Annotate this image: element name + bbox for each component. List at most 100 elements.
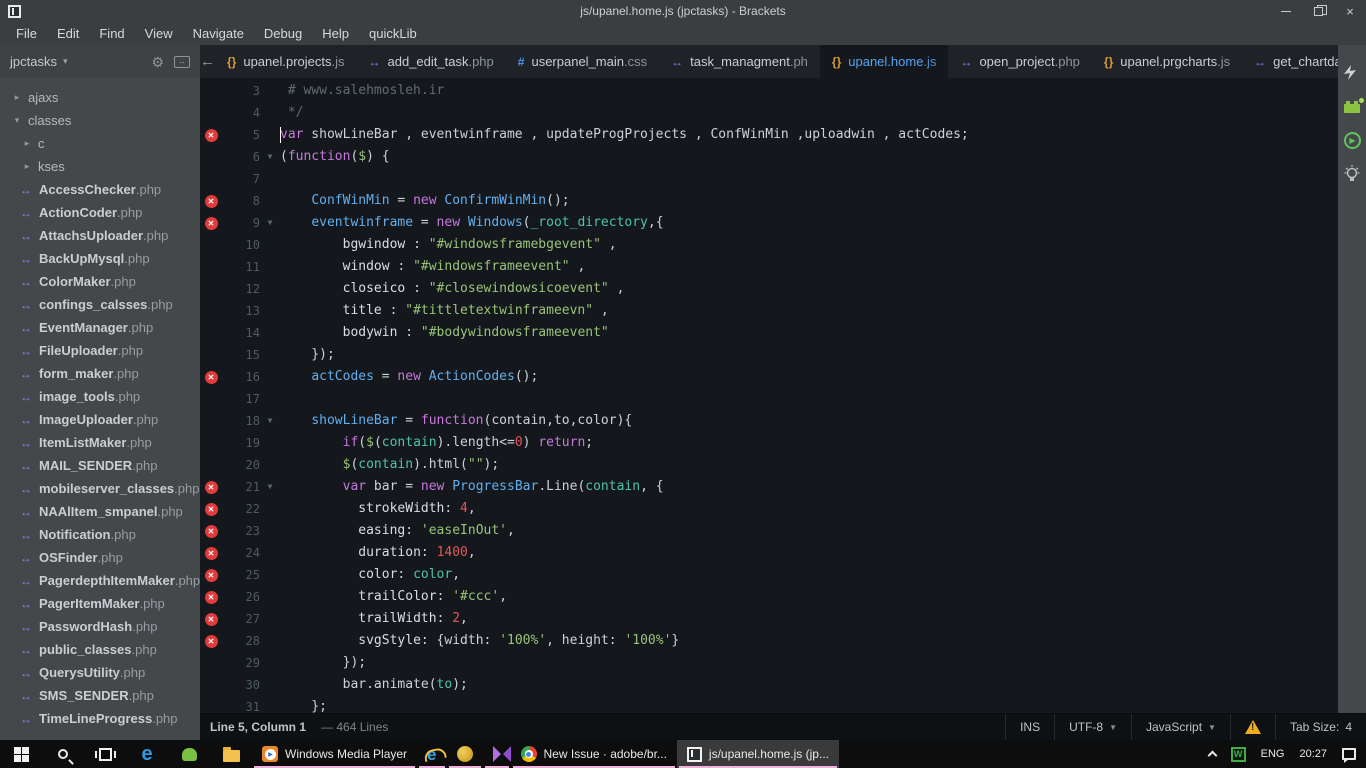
file-explorer-button[interactable] xyxy=(210,740,252,768)
error-icon[interactable]: ✕ xyxy=(205,195,218,208)
chevron-collapsed-icon[interactable]: ▸ xyxy=(12,92,22,103)
tree-item-MAIL_SENDER[interactable]: ↔MAIL_SENDER.php xyxy=(0,454,200,477)
clock[interactable]: 20:27 xyxy=(1299,748,1327,760)
tree-item-ColorMaker[interactable]: ↔ColorMaker.php xyxy=(0,270,200,293)
tree-item-PasswordHash[interactable]: ↔PasswordHash.php xyxy=(0,615,200,638)
tab-upanel.prgcharts[interactable]: {}upanel.prgcharts.js xyxy=(1092,45,1242,78)
fold-arrow-icon[interactable]: ▼ xyxy=(260,410,280,432)
tree-item-c[interactable]: ▸c xyxy=(0,132,200,155)
tree-item-public_classes[interactable]: ↔public_classes.php xyxy=(0,638,200,661)
chevron-expanded-icon[interactable]: ▾ xyxy=(12,115,22,126)
minimize-button[interactable] xyxy=(1270,0,1302,22)
tab-upanel.projects[interactable]: {}upanel.projects.js xyxy=(215,45,357,78)
lightbulb-icon[interactable] xyxy=(1343,165,1361,183)
back-arrow-icon[interactable]: ← xyxy=(200,45,215,78)
project-header[interactable]: jpctasks ▾ ⚙ ↔ xyxy=(0,45,200,78)
menu-item-navigate[interactable]: Navigate xyxy=(183,22,254,45)
code-line-5: ✕5var showLineBar , eventwinframe , upda… xyxy=(200,124,1338,146)
error-icon[interactable]: ✕ xyxy=(205,591,218,604)
tree-item-mobileserver_classes[interactable]: ↔mobileserver_classes.php xyxy=(0,477,200,500)
android-app-button[interactable] xyxy=(168,740,210,768)
tree-item-FileUploader[interactable]: ↔FileUploader.php xyxy=(0,339,200,362)
tree-item-NAAlItem_smpanel[interactable]: ↔NAAlItem_smpanel.php xyxy=(0,500,200,523)
split-view-icon[interactable]: ↔ xyxy=(174,56,190,68)
edge-button[interactable]: e xyxy=(126,740,168,768)
tree-item-QuerysUtility[interactable]: ↔QuerysUtility.php xyxy=(0,661,200,684)
tab-open_project[interactable]: ↔open_project.php xyxy=(948,45,1091,78)
tree-item-ImageUploader[interactable]: ↔ImageUploader.php xyxy=(0,408,200,431)
tree-item-ActionCoder[interactable]: ↔ActionCoder.php xyxy=(0,201,200,224)
close-button[interactable]: × xyxy=(1334,0,1366,22)
error-icon[interactable]: ✕ xyxy=(205,129,218,142)
insert-mode-indicator[interactable]: INS xyxy=(1005,714,1054,740)
search-button[interactable] xyxy=(42,740,84,768)
extension-manager-icon[interactable] xyxy=(1343,97,1361,115)
fold-arrow-icon[interactable]: ▼ xyxy=(260,146,280,168)
menu-item-edit[interactable]: Edit xyxy=(47,22,89,45)
tab-add_edit_task[interactable]: ↔add_edit_task.php xyxy=(357,45,506,78)
chevron-collapsed-icon[interactable]: ▸ xyxy=(22,138,32,149)
menu-item-debug[interactable]: Debug xyxy=(254,22,312,45)
live-preview-icon[interactable] xyxy=(1343,63,1361,81)
error-icon[interactable]: ✕ xyxy=(205,481,218,494)
error-icon[interactable]: ✕ xyxy=(205,635,218,648)
error-icon[interactable]: ✕ xyxy=(205,525,218,538)
language-indicator[interactable]: ENG xyxy=(1261,748,1285,760)
code-editor[interactable]: 3 # www.salehmosleh.ir4 */✕5var showLine… xyxy=(200,78,1338,713)
tab-task_managment[interactable]: ↔task_managment.ph xyxy=(659,45,820,78)
error-icon[interactable]: ✕ xyxy=(205,217,218,230)
action-center-icon[interactable] xyxy=(1342,748,1356,760)
menu-item-quicklib[interactable]: quickLib xyxy=(359,22,427,45)
menu-item-find[interactable]: Find xyxy=(89,22,134,45)
tab-size-setting[interactable]: Tab Size:4 xyxy=(1275,714,1366,740)
error-icon[interactable]: ✕ xyxy=(205,503,218,516)
menu-item-file[interactable]: File xyxy=(6,22,47,45)
code-line-26: ✕26 trailColor: '#ccc', xyxy=(200,586,1338,608)
tree-item-Notification[interactable]: ↔Notification.php xyxy=(0,523,200,546)
tree-item-ajaxs[interactable]: ▸ajaxs xyxy=(0,86,200,109)
tab-userpanel_main[interactable]: #userpanel_main.css xyxy=(506,45,659,78)
tree-item-PagerItemMaker[interactable]: ↔PagerItemMaker.php xyxy=(0,592,200,615)
restore-button[interactable] xyxy=(1302,0,1334,22)
tree-item-OSFinder[interactable]: ↔OSFinder.php xyxy=(0,546,200,569)
taskbar-task-chrome[interactable]: New Issue · adobe/br... xyxy=(511,740,677,768)
error-icon[interactable]: ✕ xyxy=(205,547,218,560)
run-play-icon[interactable]: ▶ xyxy=(1343,131,1361,149)
tree-item-form_maker[interactable]: ↔form_maker.php xyxy=(0,362,200,385)
wampserver-tray-icon[interactable]: W xyxy=(1231,747,1246,762)
tree-item-EventManager[interactable]: ↔EventManager.php xyxy=(0,316,200,339)
tree-item-AccessChecker[interactable]: ↔AccessChecker.php xyxy=(0,178,200,201)
taskbar-task-gold[interactable] xyxy=(447,740,483,768)
language-selector[interactable]: JavaScript▼ xyxy=(1131,714,1230,740)
project-name[interactable]: jpctasks xyxy=(10,54,57,69)
taskbar-task-purple[interactable] xyxy=(483,740,511,768)
gear-icon[interactable]: ⚙ xyxy=(151,55,164,69)
lint-warning[interactable] xyxy=(1230,714,1275,740)
error-icon[interactable]: ✕ xyxy=(205,613,218,626)
hidden-icons-chevron-icon[interactable] xyxy=(1207,751,1217,761)
fold-arrow-icon[interactable]: ▼ xyxy=(260,476,280,498)
taskbar-task-brackets[interactable]: js/upanel.home.js (jp... xyxy=(677,740,839,768)
fold-arrow-icon[interactable]: ▼ xyxy=(260,212,280,234)
menu-item-help[interactable]: Help xyxy=(312,22,359,45)
tree-item-classes[interactable]: ▾classes xyxy=(0,109,200,132)
tree-item-ItemListMaker[interactable]: ↔ItemListMaker.php xyxy=(0,431,200,454)
error-icon[interactable]: ✕ xyxy=(205,371,218,384)
chevron-collapsed-icon[interactable]: ▸ xyxy=(22,161,32,172)
error-icon[interactable]: ✕ xyxy=(205,569,218,582)
encoding-selector[interactable]: UTF-8▼ xyxy=(1054,714,1131,740)
tree-item-image_tools[interactable]: ↔image_tools.php xyxy=(0,385,200,408)
tree-item-kses[interactable]: ▸kses xyxy=(0,155,200,178)
taskbar-task-wmp[interactable]: ▶Windows Media Player xyxy=(252,740,417,768)
taskbar-task-ie[interactable]: e xyxy=(417,740,446,768)
menu-item-view[interactable]: View xyxy=(135,22,183,45)
tree-item-SMS_SENDER[interactable]: ↔SMS_SENDER.php xyxy=(0,684,200,707)
tab-upanel.home[interactable]: {}upanel.home.js xyxy=(820,45,949,78)
tree-item-PagerdepthItemMaker[interactable]: ↔PagerdepthItemMaker.php xyxy=(0,569,200,592)
tree-item-confings_calsses[interactable]: ↔confings_calsses.php xyxy=(0,293,200,316)
tree-item-AttachsUploader[interactable]: ↔AttachsUploader.php xyxy=(0,224,200,247)
start-button[interactable] xyxy=(0,740,42,768)
tree-item-TimeLineProgress[interactable]: ↔TimeLineProgress.php xyxy=(0,707,200,730)
task-view-button[interactable] xyxy=(84,740,126,768)
tree-item-BackUpMysql[interactable]: ↔BackUpMysql.php xyxy=(0,247,200,270)
